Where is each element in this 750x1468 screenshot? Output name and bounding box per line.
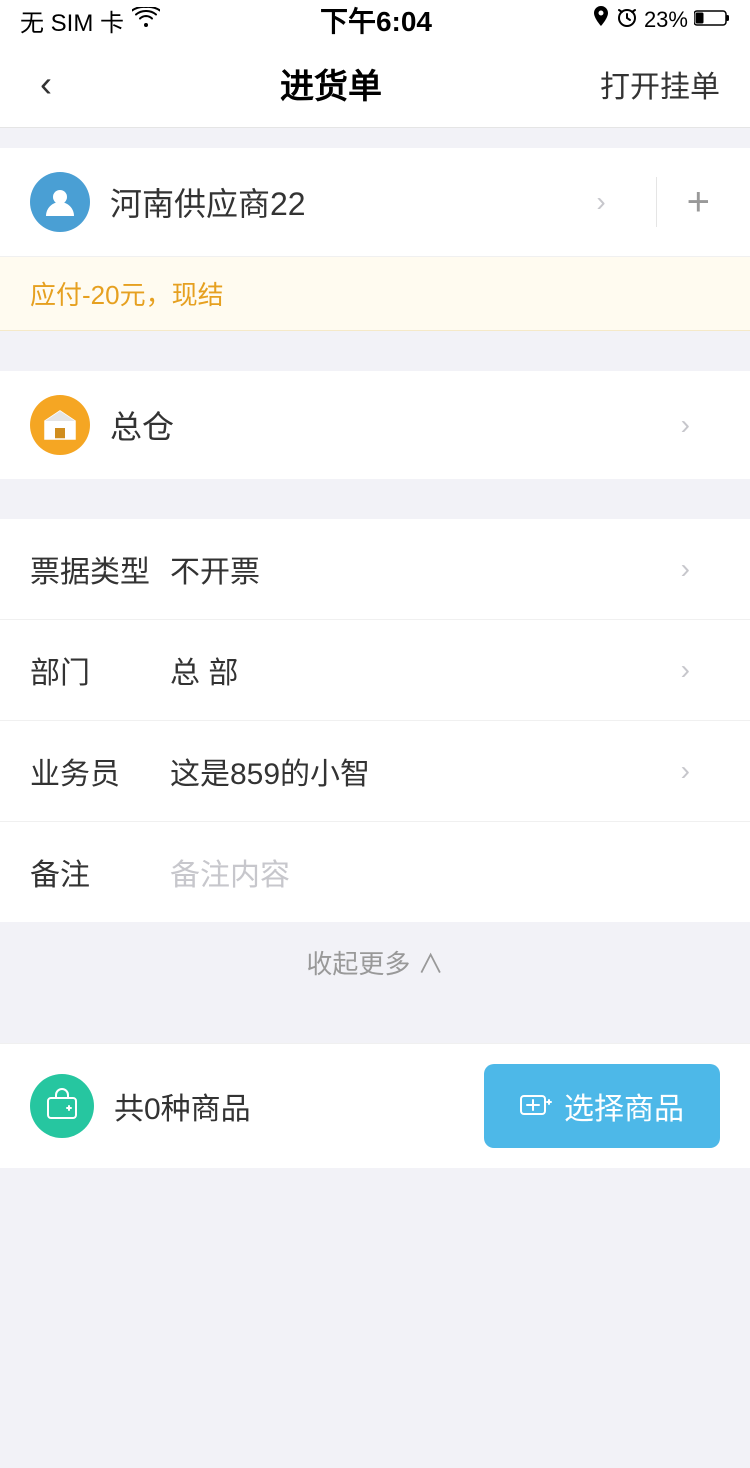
battery-icon (694, 7, 730, 33)
supplier-avatar (30, 172, 90, 232)
collapse-label: 收起更多 ∧ (306, 944, 443, 981)
supplier-name: 河南供应商22 (110, 179, 596, 225)
warehouse-icon (30, 395, 90, 455)
warehouse-name: 总仓 (110, 402, 681, 448)
add-supplier-button[interactable]: + (677, 180, 720, 225)
dept-value: 总 部 (150, 648, 681, 692)
supplier-chevron-icon: › (596, 186, 605, 218)
warehouse-row[interactable]: 总仓 › (0, 371, 750, 479)
open-pending-button[interactable]: 打开挂单 (600, 62, 720, 106)
dept-label: 部门 (30, 648, 150, 692)
status-right: 23% (592, 6, 730, 34)
supplier-row[interactable]: 河南供应商22 › + (0, 148, 750, 257)
status-left: 无 SIM 卡 (20, 3, 160, 38)
sim-signal: 无 SIM 卡 (20, 3, 124, 38)
invoice-value: 不开票 (150, 547, 681, 591)
status-time: 下午6:04 (320, 0, 432, 40)
salesperson-chevron-icon: › (681, 755, 690, 787)
invoice-row[interactable]: 票据类型 不开票 › (0, 519, 750, 620)
page-title: 进货单 (280, 59, 382, 108)
select-product-button[interactable]: 选择商品 (484, 1064, 720, 1148)
salesperson-row[interactable]: 业务员 这是859的小智 › (0, 721, 750, 822)
invoice-chevron-icon: › (681, 553, 690, 585)
vertical-divider (656, 177, 657, 227)
select-product-label: 选择商品 (564, 1084, 684, 1128)
warehouse-chevron-icon: › (681, 409, 690, 441)
note-label: 备注 (30, 850, 150, 894)
alarm-icon (616, 6, 638, 34)
note-input[interactable]: 备注内容 (150, 850, 720, 894)
product-icon (30, 1074, 94, 1138)
location-icon (592, 6, 610, 34)
balance-notice: 应付-20元，现结 (0, 257, 750, 331)
invoice-label: 票据类型 (30, 547, 150, 591)
salesperson-value: 这是859的小智 (150, 749, 681, 793)
supplier-card: 河南供应商22 › + 应付-20元，现结 (0, 148, 750, 331)
form-section: 票据类型 不开票 › 部门 总 部 › 业务员 这是859的小智 › 备注 备注… (0, 519, 750, 922)
note-row[interactable]: 备注 备注内容 (0, 822, 750, 922)
product-count: 共0种商品 (114, 1084, 484, 1128)
battery-percent: 23% (644, 7, 688, 33)
salesperson-label: 业务员 (30, 749, 150, 793)
section-gap-2 (0, 331, 750, 351)
section-gap-1 (0, 128, 750, 148)
warehouse-card: 总仓 › (0, 371, 750, 479)
nav-bar: ‹ 进货单 打开挂单 (0, 40, 750, 128)
section-gap-4 (0, 1003, 750, 1023)
collapse-toggle[interactable]: 收起更多 ∧ (0, 922, 750, 1003)
back-button[interactable]: ‹ (30, 53, 62, 115)
status-bar: 无 SIM 卡 下午6:04 23% (0, 0, 750, 40)
page-background (0, 1168, 750, 1468)
dept-chevron-icon: › (681, 654, 690, 686)
wifi-icon (132, 6, 160, 34)
dept-row[interactable]: 部门 总 部 › (0, 620, 750, 721)
product-bar: 共0种商品 选择商品 (0, 1043, 750, 1168)
section-gap-3 (0, 479, 750, 499)
